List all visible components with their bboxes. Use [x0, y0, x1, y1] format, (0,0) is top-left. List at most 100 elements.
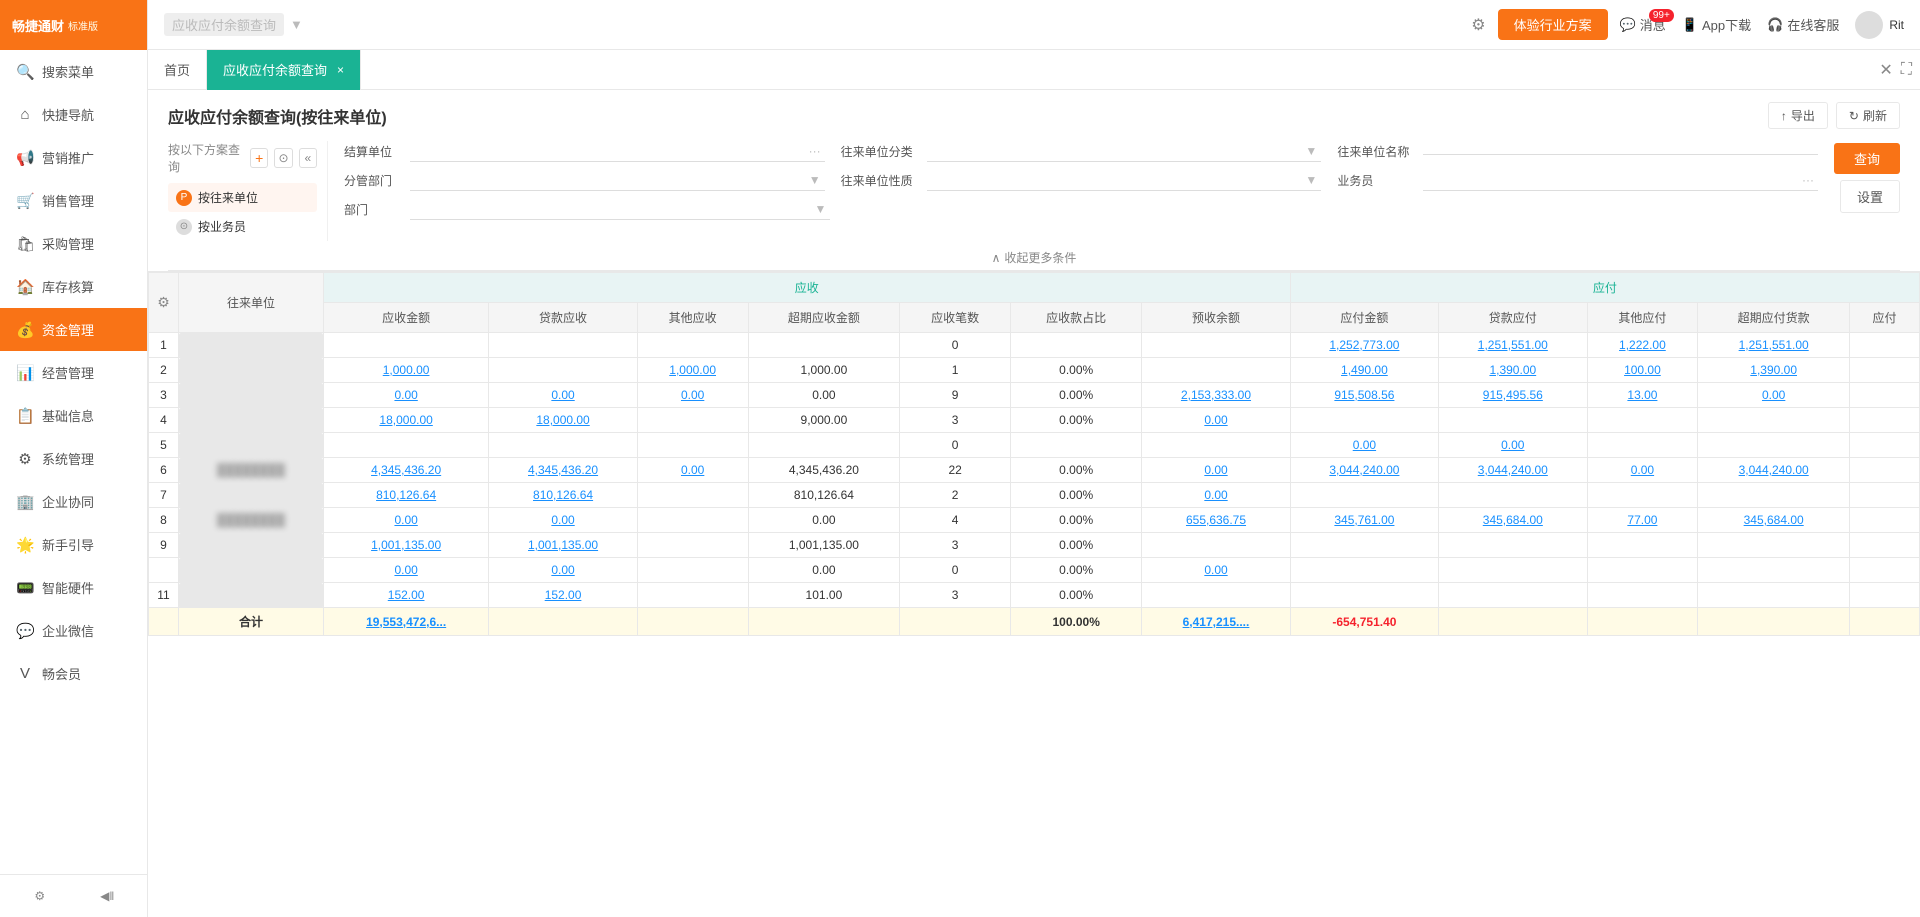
- sidebar-settings-btn[interactable]: ⚙: [8, 883, 72, 909]
- tab-close-icon[interactable]: ×: [337, 63, 344, 77]
- ap-amount[interactable]: 0.00: [1290, 433, 1438, 458]
- ar-loan[interactable]: 810,126.64: [489, 483, 637, 508]
- dept2-select[interactable]: ▼: [410, 199, 830, 220]
- export-button[interactable]: ↑ 导出: [1768, 102, 1828, 129]
- ap-amount[interactable]: 1,252,773.00: [1290, 333, 1438, 358]
- sidebar-collapse-btn[interactable]: ◀‖: [76, 883, 140, 909]
- ar-amount[interactable]: 0.00: [323, 558, 488, 583]
- ap-amount[interactable]: 915,508.56: [1290, 383, 1438, 408]
- ar-amount[interactable]: 0.00: [323, 383, 488, 408]
- scheme-collapse-btn[interactable]: «: [299, 148, 317, 168]
- refresh-button[interactable]: ↻ 刷新: [1836, 102, 1900, 129]
- ar-other[interactable]: 0.00: [637, 458, 748, 483]
- total-ar-prepaid[interactable]: 6,417,215....: [1142, 608, 1290, 636]
- sidebar-item-hardware[interactable]: 📟 智能硬件: [0, 566, 147, 609]
- ap-loan[interactable]: 915,495.56: [1439, 383, 1587, 408]
- ar-amount[interactable]: 1,001,135.00: [323, 533, 488, 558]
- sidebar-item-quick[interactable]: ⌂ 快捷导航: [0, 93, 147, 136]
- sidebar-item-system[interactable]: ⚙ 系统管理: [0, 437, 147, 480]
- ar-loan[interactable]: 0.00: [489, 508, 637, 533]
- ap-overdue[interactable]: 0.00: [1698, 383, 1850, 408]
- window-expand-btn[interactable]: ⛶: [1901, 61, 1912, 79]
- row-num: 9: [149, 533, 179, 558]
- ap-other[interactable]: 100.00: [1587, 358, 1698, 383]
- scheme-settings-btn[interactable]: ⊙: [274, 148, 292, 168]
- ap-other[interactable]: 77.00: [1587, 508, 1698, 533]
- collapse-more-btn[interactable]: ∧ 收起更多条件: [168, 245, 1900, 270]
- ar-prepaid[interactable]: 0.00: [1142, 408, 1290, 433]
- total-ar-overdue: [748, 608, 900, 636]
- ar-prepaid[interactable]: 2,153,333.00: [1142, 383, 1290, 408]
- sidebar-item-search[interactable]: 🔍 搜索菜单: [0, 50, 147, 93]
- online-service-btn[interactable]: 🎧 在线客服: [1767, 15, 1839, 34]
- sidebar-item-inventory[interactable]: 🏠 库存核算: [0, 265, 147, 308]
- sidebar-item-marketing[interactable]: 📢 营销推广: [0, 136, 147, 179]
- total-row: 合计 19,553,472,6... 100.00% 6,417,215....…: [149, 608, 1920, 636]
- window-close-btn[interactable]: ✕: [1879, 60, 1892, 80]
- ap-loan[interactable]: 3,044,240.00: [1439, 458, 1587, 483]
- ap-loan[interactable]: 345,684.00: [1439, 508, 1587, 533]
- ar-other[interactable]: 0.00: [637, 383, 748, 408]
- ap-amount[interactable]: 1,490.00: [1290, 358, 1438, 383]
- ar-prepaid[interactable]: 0.00: [1142, 483, 1290, 508]
- jiesuan-input[interactable]: ···: [410, 141, 825, 162]
- ar-amount[interactable]: 152.00: [323, 583, 488, 608]
- tab-ar-query[interactable]: 应收应付余额查询 ×: [207, 50, 361, 90]
- tab-home[interactable]: 首页: [148, 50, 207, 90]
- sidebar-item-sales[interactable]: 🛒 销售管理: [0, 179, 147, 222]
- scheme-by-salesman[interactable]: ⊙ 按业务员: [168, 212, 317, 241]
- user-info[interactable]: Rit: [1855, 11, 1904, 39]
- sidebar-item-finance[interactable]: 💰 资金管理: [0, 308, 147, 351]
- sidebar-item-guide[interactable]: 🌟 新手引导: [0, 523, 147, 566]
- ar-amount[interactable]: 18,000.00: [323, 408, 488, 433]
- ap-overdue[interactable]: 345,684.00: [1698, 508, 1850, 533]
- ap-overdue[interactable]: 1,390.00: [1698, 358, 1850, 383]
- query-button[interactable]: 查询: [1834, 143, 1900, 174]
- ar-amount[interactable]: 810,126.64: [323, 483, 488, 508]
- ap-other[interactable]: 0.00: [1587, 458, 1698, 483]
- ap-overdue[interactable]: 3,044,240.00: [1698, 458, 1850, 483]
- ap-other[interactable]: 13.00: [1587, 383, 1698, 408]
- ap-amount[interactable]: 345,761.00: [1290, 508, 1438, 533]
- message-btn[interactable]: 💬 消息 99+: [1620, 15, 1666, 34]
- sidebar-item-wechat[interactable]: 💬 企业微信: [0, 609, 147, 652]
- partner-nature-select[interactable]: ▼: [927, 170, 1322, 191]
- table-settings-icon[interactable]: ⚙: [157, 294, 170, 310]
- ar-loan[interactable]: 0.00: [489, 383, 637, 408]
- salesman-input[interactable]: ···: [1423, 170, 1818, 191]
- dept-select[interactable]: ▼: [410, 170, 825, 191]
- ap-loan[interactable]: 0.00: [1439, 433, 1587, 458]
- ar-amount[interactable]: 1,000.00: [323, 358, 488, 383]
- ap-overdue[interactable]: 1,251,551.00: [1698, 333, 1850, 358]
- gear-icon[interactable]: ⚙: [1471, 15, 1485, 35]
- total-ar-amount[interactable]: 19,553,472,6...: [323, 608, 488, 636]
- ar-prepaid[interactable]: 655,636.75: [1142, 508, 1290, 533]
- ar-amount[interactable]: 0.00: [323, 508, 488, 533]
- ar-prepaid[interactable]: 0.00: [1142, 458, 1290, 483]
- app-download-btn[interactable]: 📱 App下载: [1682, 15, 1751, 34]
- ap-amount[interactable]: 3,044,240.00: [1290, 458, 1438, 483]
- ar-loan[interactable]: 1,001,135.00: [489, 533, 637, 558]
- sidebar-item-basic[interactable]: 📋 基础信息: [0, 394, 147, 437]
- ap-loan[interactable]: 1,251,551.00: [1439, 333, 1587, 358]
- scheme-by-partner[interactable]: P 按往来单位: [168, 183, 317, 212]
- setting-button[interactable]: 设置: [1840, 180, 1900, 213]
- ar-loan[interactable]: 0.00: [489, 558, 637, 583]
- sidebar-item-vip[interactable]: V 畅会员: [0, 652, 147, 695]
- ar-loan[interactable]: 152.00: [489, 583, 637, 608]
- sidebar-item-corp[interactable]: 🏢 企业协同: [0, 480, 147, 523]
- partner-name-input[interactable]: [1423, 148, 1818, 155]
- ar-loan[interactable]: 4,345,436.20: [489, 458, 637, 483]
- sidebar-item-operation[interactable]: 📊 经营管理: [0, 351, 147, 394]
- partner-class-select[interactable]: ▼: [927, 141, 1322, 162]
- ar-prepaid[interactable]: 0.00: [1142, 558, 1290, 583]
- ar-other[interactable]: 1,000.00: [637, 358, 748, 383]
- trial-button[interactable]: 体验行业方案: [1498, 9, 1608, 40]
- ap-loan[interactable]: 1,390.00: [1439, 358, 1587, 383]
- ar-amount[interactable]: 4,345,436.20: [323, 458, 488, 483]
- sidebar-item-purchase[interactable]: 🛍 采购管理: [0, 222, 147, 265]
- add-scheme-btn[interactable]: +: [250, 148, 268, 168]
- ar-loan[interactable]: 18,000.00: [489, 408, 637, 433]
- scheme-partner-label: 按往来单位: [198, 189, 258, 206]
- ap-other[interactable]: 1,222.00: [1587, 333, 1698, 358]
